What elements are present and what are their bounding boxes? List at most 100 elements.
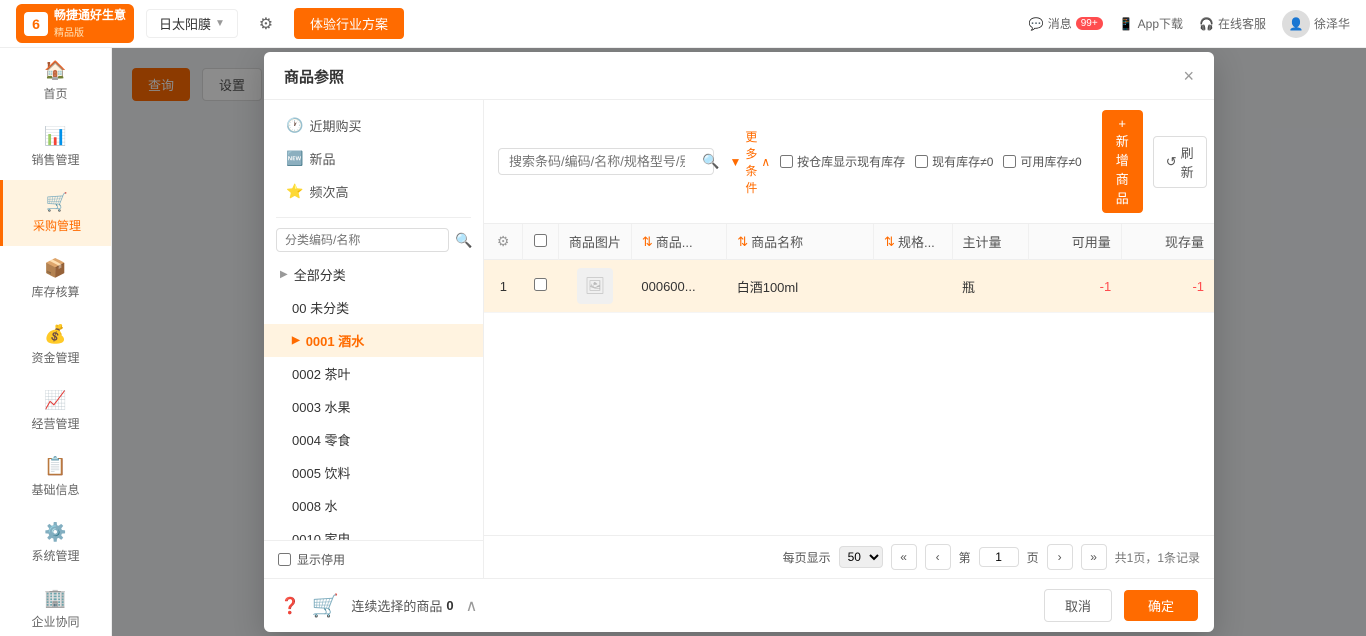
sidebar-item-inventory[interactable]: 📦 库存核算: [0, 246, 111, 312]
cat-liquor[interactable]: ▶ 0001 酒水: [264, 324, 483, 357]
product-code-sort[interactable]: ⇅ 商品...: [642, 232, 716, 251]
chevron-down-icon: ▼: [215, 18, 225, 29]
cancel-button[interactable]: 取消: [1044, 589, 1112, 622]
cat-fruit[interactable]: 0003 水果: [264, 390, 483, 423]
toolbar: 🔍 ▼ 更多条件 ∧ 按仓库显示现有库存: [484, 100, 1214, 224]
arrow-right-icon: ▶: [280, 269, 288, 280]
available-stock-checkbox-label[interactable]: 可用库存≠0: [1003, 153, 1081, 170]
refresh-icon: ↺: [1166, 154, 1177, 170]
gear-icon[interactable]: ⚙: [250, 8, 282, 40]
arrow-right-icon-active: ▶: [292, 335, 300, 346]
available-stock-checkbox[interactable]: [1003, 155, 1016, 168]
page-number-input[interactable]: 1: [979, 547, 1019, 567]
pagination: 每页显示 50 « ‹ 第 1 页 › » 共1页，1条记录: [484, 535, 1214, 578]
product-search-icon[interactable]: 🔍: [702, 153, 719, 170]
cat-beverages[interactable]: 0005 饮料: [264, 456, 483, 489]
category-search-input[interactable]: [276, 228, 449, 252]
sidebar-item-system[interactable]: ⚙️ 系统管理: [0, 510, 111, 576]
product-name-sort[interactable]: ⇅ 商品名称: [737, 232, 863, 251]
th-product-code: ⇅ 商品...: [631, 224, 726, 260]
message-icon: 💬: [1029, 17, 1044, 31]
category-search-icon[interactable]: 🔍: [455, 232, 472, 249]
row-unit: 瓶: [952, 260, 1028, 313]
current-stock-checkbox-label[interactable]: 现有库存≠0: [915, 153, 993, 170]
sidebar-item-enterprise[interactable]: 🏢 企业协同: [0, 576, 111, 636]
current-stock-checkbox[interactable]: [915, 155, 928, 168]
show-disabled-checkbox[interactable]: [278, 553, 291, 566]
user-nav-item[interactable]: 👤 徐泽华: [1282, 10, 1350, 38]
purchase-icon: 🛒: [46, 192, 68, 213]
app-download-nav-item[interactable]: 📱 App下载: [1119, 15, 1183, 32]
product-image-sort[interactable]: 商品图片: [569, 232, 621, 251]
messages-nav-item[interactable]: 💬 消息 99+: [1029, 15, 1103, 32]
add-product-button[interactable]: + 新增商品: [1102, 110, 1143, 213]
confirm-button[interactable]: 确定: [1124, 590, 1198, 621]
logo: 6 畅捷通好生意 精品版: [16, 4, 134, 43]
modal-footer: ❓ 🛒 连续选择的商品 0 ∧ 取消 确定: [264, 578, 1214, 632]
logo-text: 畅捷通好生意: [54, 8, 126, 24]
collapse-icon[interactable]: ∧: [466, 596, 478, 616]
help-icon[interactable]: ❓: [280, 596, 300, 616]
filter-button[interactable]: ▼ 更多条件 ∧: [729, 128, 770, 196]
product-search-input[interactable]: [498, 148, 714, 175]
prev-page-button[interactable]: ‹: [925, 544, 951, 570]
row-code: 000600...: [631, 260, 726, 313]
tab-recent-purchase[interactable]: 🕐 近期购买: [276, 110, 471, 141]
show-disabled-row: 显示停用: [264, 540, 483, 578]
sidebar-item-purchase[interactable]: 🛒 采购管理: [0, 180, 111, 246]
cta-button[interactable]: 体验行业方案: [294, 8, 404, 39]
cat-all[interactable]: ▶ 全部分类: [264, 258, 483, 291]
close-icon[interactable]: ×: [1183, 66, 1194, 87]
cart-icon: 🛒: [312, 593, 339, 618]
last-page-button[interactable]: »: [1081, 544, 1107, 570]
row-stock: -1: [1121, 260, 1214, 313]
select-all-checkbox[interactable]: [534, 234, 547, 247]
warehouse-stock-checkbox[interactable]: [780, 155, 793, 168]
divider: [276, 217, 471, 218]
table-gear-icon[interactable]: ⚙: [497, 233, 510, 249]
th-stock: 现存量: [1121, 224, 1214, 260]
product-table-wrap: ⚙ 商品图片: [484, 224, 1214, 535]
tab-high-frequency[interactable]: ⭐ 频次高: [276, 176, 471, 207]
th-product-name: ⇅ 商品名称: [727, 224, 874, 260]
per-page-select[interactable]: 50: [839, 546, 883, 568]
cat-water[interactable]: 0008 水: [264, 489, 483, 522]
th-available: 可用量: [1028, 224, 1121, 260]
th-select-all: [523, 224, 559, 260]
sidebar-item-sales[interactable]: 📊 销售管理: [0, 114, 111, 180]
star-icon: ⭐: [286, 183, 303, 200]
first-page-button[interactable]: «: [891, 544, 917, 570]
tab-new-products[interactable]: 🆕 新品: [276, 143, 471, 174]
refresh-button[interactable]: ↺ 刷新: [1153, 136, 1207, 188]
spec-sort[interactable]: ⇅ 规格...: [884, 232, 942, 251]
message-badge: 99+: [1076, 17, 1103, 30]
inventory-icon: 📦: [44, 258, 66, 279]
table-row[interactable]: 1 🖼: [484, 260, 1214, 313]
cat-appliances[interactable]: 0010 家电: [264, 522, 483, 540]
product-reference-modal: 商品参照 × 🕐 近期购买 🆕: [264, 52, 1214, 632]
sidebar-item-home[interactable]: 🏠 首页: [0, 48, 111, 114]
nav-dropdown[interactable]: 日太阳膜 ▼: [146, 9, 238, 38]
next-page-button[interactable]: ›: [1047, 544, 1073, 570]
cart-icon-wrap[interactable]: 🛒: [312, 593, 339, 619]
basics-icon: 📋: [44, 456, 66, 477]
row-checkbox-cell: [523, 260, 559, 313]
clock-icon: 🕐: [286, 117, 303, 134]
operations-icon: 📈: [44, 390, 66, 411]
cat-snacks[interactable]: 0004 零食: [264, 423, 483, 456]
cat-tea[interactable]: 0002 茶叶: [264, 357, 483, 390]
finance-icon: 💰: [44, 324, 66, 345]
row-name: 白酒100ml: [727, 260, 874, 313]
sort-arrow-icon-2: ⇅: [737, 234, 748, 250]
sales-icon: 📊: [44, 126, 66, 147]
sidebar-item-finance[interactable]: 💰 资金管理: [0, 312, 111, 378]
cat-unclassified[interactable]: 00 未分类: [264, 291, 483, 324]
main-content: 查询 设置 刷新 商品参照 × 🕐: [112, 48, 1366, 636]
row-available: -1: [1028, 260, 1121, 313]
sidebar-item-basics[interactable]: 📋 基础信息: [0, 444, 111, 510]
row-checkbox[interactable]: [534, 278, 547, 291]
show-disabled-label[interactable]: 显示停用: [297, 551, 345, 568]
sidebar-item-operations[interactable]: 📈 经营管理: [0, 378, 111, 444]
warehouse-stock-checkbox-label[interactable]: 按仓库显示现有库存: [780, 153, 905, 170]
service-nav-item[interactable]: 🎧 在线客服: [1199, 15, 1266, 32]
